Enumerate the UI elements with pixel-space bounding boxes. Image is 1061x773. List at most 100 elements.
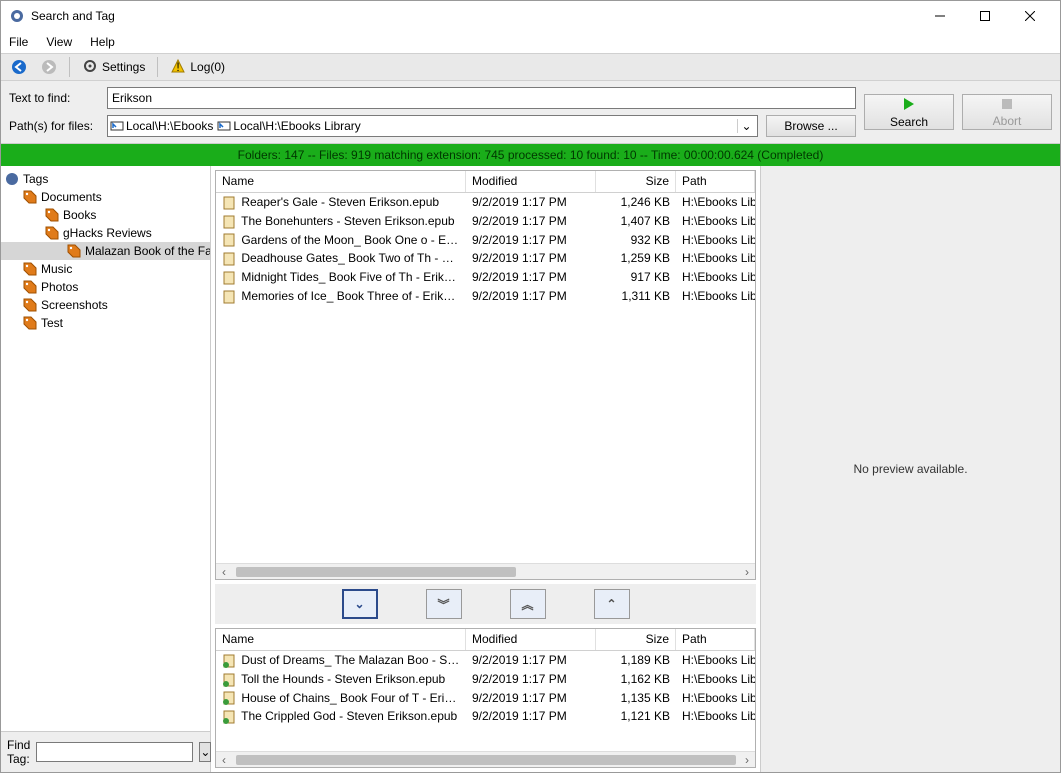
- minimize-button[interactable]: [917, 2, 962, 30]
- preview-empty-text: No preview available.: [853, 462, 967, 476]
- tag-icon: [45, 208, 59, 222]
- path-chip-1: Local\H:\Ebooks Library: [217, 118, 360, 135]
- col-head-modified[interactable]: Modified: [466, 171, 596, 192]
- tree-node-3[interactable]: Malazan Book of the Falle: [1, 242, 210, 260]
- epub-file-icon: [222, 691, 236, 705]
- top-horizontal-scrollbar[interactable]: ‹›: [216, 563, 755, 579]
- find-tag-bar: Find Tag: ⌄: [1, 731, 210, 772]
- menu-help[interactable]: Help: [90, 35, 115, 49]
- find-tag-input[interactable]: [36, 742, 193, 762]
- tree-node-5[interactable]: Photos: [1, 278, 210, 296]
- tag-icon: [23, 262, 37, 276]
- move-down-all-button[interactable]: ︾: [426, 589, 462, 619]
- search-button[interactable]: Search: [864, 94, 954, 130]
- results-list-top: Name Modified Size Path Reaper's Gale - …: [215, 170, 756, 580]
- col-head-size[interactable]: Size: [596, 171, 676, 192]
- window-titlebar: Search and Tag: [1, 1, 1060, 31]
- list-header: Name Modified Size Path: [216, 171, 755, 193]
- tree-node-7[interactable]: Test: [1, 314, 210, 332]
- list-header: Name Modified Size Path: [216, 629, 755, 651]
- search-form: Text to find: Search Abort Path(s) for f…: [1, 81, 1060, 144]
- maximize-button[interactable]: [962, 2, 1007, 30]
- tree-node-4[interactable]: Music: [1, 260, 210, 278]
- tree-node-label: Photos: [41, 280, 78, 294]
- tree-node-label: Books: [63, 208, 96, 222]
- find-tag-dropdown[interactable]: ⌄: [199, 742, 211, 762]
- forward-button[interactable]: [37, 57, 61, 77]
- tree-node-label: Test: [41, 316, 63, 330]
- tree-node-0[interactable]: Documents: [1, 188, 210, 206]
- abort-button[interactable]: Abort: [962, 94, 1052, 130]
- file-row[interactable]: The Crippled God - Steven Erikson.epub9/…: [216, 707, 755, 726]
- tree-node-label: Documents: [41, 190, 102, 204]
- col-head-name[interactable]: Name: [216, 629, 466, 650]
- menu-view[interactable]: View: [46, 35, 72, 49]
- tag-icon: [45, 226, 59, 240]
- col-head-path[interactable]: Path: [676, 171, 755, 192]
- tree-root-label: Tags: [23, 172, 48, 186]
- col-head-size[interactable]: Size: [596, 629, 676, 650]
- paths-input[interactable]: Local\H:\Ebooks Local\H:\Ebooks Library …: [107, 115, 758, 137]
- file-row[interactable]: Deadhouse Gates_ Book Two of Th - Erikso…: [216, 249, 755, 268]
- epub-file-icon: [222, 271, 236, 285]
- col-head-modified[interactable]: Modified: [466, 629, 596, 650]
- tree-node-label: Malazan Book of the Falle: [85, 244, 210, 258]
- chevron-up-icon: ⌃: [606, 597, 616, 611]
- double-chevron-down-icon: ︾: [437, 596, 449, 613]
- epub-file-icon: [222, 215, 236, 229]
- double-chevron-up-icon: ︽: [521, 596, 533, 613]
- folder-shortcut-icon: [110, 118, 124, 135]
- file-row[interactable]: Midnight Tides_ Book Five of Th - Erikso…: [216, 268, 755, 287]
- move-down-button[interactable]: ⌄: [342, 589, 378, 619]
- col-head-name[interactable]: Name: [216, 171, 466, 192]
- close-button[interactable]: [1007, 2, 1052, 30]
- text-to-find-input[interactable]: [107, 87, 856, 109]
- bottom-horizontal-scrollbar[interactable]: ‹›: [216, 751, 755, 767]
- tree-node-label: gHacks Reviews: [63, 226, 152, 240]
- find-tag-label: Find Tag:: [7, 738, 30, 766]
- tree-node-6[interactable]: Screenshots: [1, 296, 210, 314]
- paths-label: Path(s) for files:: [9, 119, 99, 133]
- move-buttons: ⌄ ︾ ︽ ⌃: [215, 584, 756, 624]
- tree-node-2[interactable]: gHacks Reviews: [1, 224, 210, 242]
- epub-file-icon: [222, 673, 236, 687]
- toolbar: Settings ! Log(0): [1, 53, 1060, 81]
- log-label: Log(0): [190, 60, 225, 74]
- window-title: Search and Tag: [31, 9, 917, 23]
- back-button[interactable]: [7, 57, 31, 77]
- file-row[interactable]: House of Chains_ Book Four of T - Erikso…: [216, 689, 755, 708]
- tree-node-label: Music: [41, 262, 72, 276]
- stop-icon: [1000, 97, 1014, 114]
- play-icon: [901, 96, 917, 115]
- move-up-all-button[interactable]: ︽: [510, 589, 546, 619]
- file-row[interactable]: Memories of Ice_ Book Three of - Erikson…: [216, 287, 755, 306]
- results-list-bottom: Name Modified Size Path Dust of Dreams_ …: [215, 628, 756, 768]
- tree-node-1[interactable]: Books: [1, 206, 210, 224]
- tree-root-tags[interactable]: Tags: [1, 170, 210, 188]
- app-icon: [9, 8, 25, 24]
- file-row[interactable]: Dust of Dreams_ The Malazan Boo - Steven…: [216, 651, 755, 670]
- settings-button[interactable]: Settings: [78, 56, 149, 79]
- tag-icon: [23, 316, 37, 330]
- file-row[interactable]: The Bonehunters - Steven Erikson.epub9/2…: [216, 212, 755, 231]
- tag-icon: [23, 280, 37, 294]
- log-button[interactable]: ! Log(0): [166, 56, 229, 79]
- col-head-path[interactable]: Path: [676, 629, 755, 650]
- file-row[interactable]: Reaper's Gale - Steven Erikson.epub9/2/2…: [216, 193, 755, 212]
- menu-file[interactable]: File: [9, 35, 28, 49]
- preview-pane: No preview available.: [761, 166, 1060, 772]
- abort-button-label: Abort: [993, 114, 1022, 128]
- tag-icon: [67, 244, 81, 258]
- chevron-down-icon: ⌄: [354, 597, 364, 611]
- file-row[interactable]: Gardens of the Moon_ Book One o - Erikso…: [216, 231, 755, 250]
- move-up-button[interactable]: ⌃: [594, 589, 630, 619]
- search-button-label: Search: [890, 115, 928, 129]
- file-row[interactable]: Toll the Hounds - Steven Erikson.epub9/2…: [216, 670, 755, 689]
- menubar: File View Help: [1, 31, 1060, 53]
- tags-icon: [5, 172, 19, 186]
- tag-icon: [23, 190, 37, 204]
- path-chip-0: Local\H:\Ebooks: [110, 118, 213, 135]
- browse-button[interactable]: Browse ...: [766, 115, 856, 137]
- epub-file-icon: [222, 290, 236, 304]
- paths-dropdown-arrow[interactable]: ⌄: [737, 119, 755, 133]
